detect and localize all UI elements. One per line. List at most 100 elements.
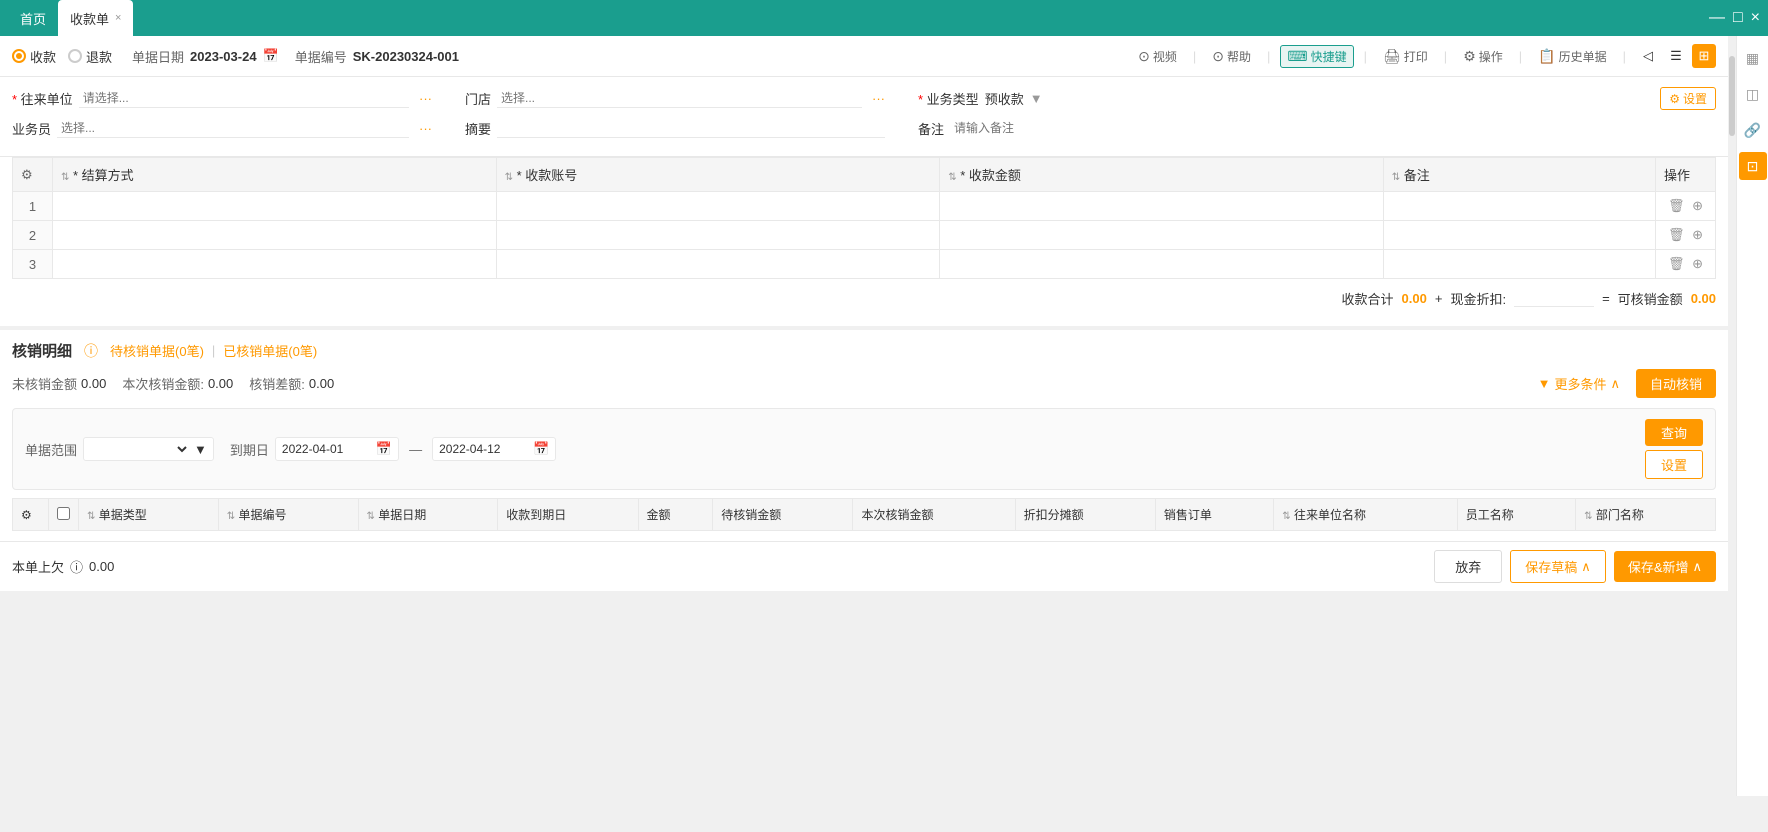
- row-1-actions: 🗑 ⊕: [1656, 192, 1716, 221]
- row-3-remark[interactable]: [1383, 250, 1655, 279]
- reconcile-info-icon[interactable]: ⓘ: [84, 341, 98, 361]
- range-select-wrapper[interactable]: ▼: [83, 437, 214, 461]
- help-btn[interactable]: ⊙ 帮助: [1206, 46, 1257, 67]
- staff-more-icon[interactable]: ···: [419, 121, 432, 136]
- table2-settings-header[interactable]: ⚙: [13, 499, 49, 531]
- table2-gear-icon[interactable]: ⚙: [21, 508, 32, 522]
- tab-close-icon[interactable]: ×: [115, 12, 121, 24]
- sales-order-col-label: 销售订单: [1164, 508, 1212, 522]
- counterparty-field: 往来单位 ···: [12, 89, 432, 108]
- print-btn[interactable]: 🖨 打印: [1377, 46, 1434, 67]
- receivable-value: 0.00: [1691, 291, 1716, 306]
- scrollbar-thumb[interactable]: [1729, 56, 1735, 136]
- due-date-start-input[interactable]: [282, 442, 372, 456]
- row-2-remark[interactable]: [1383, 221, 1655, 250]
- counterparty-input[interactable]: [79, 89, 409, 108]
- range-select[interactable]: [90, 441, 190, 457]
- row-2-copy-icon[interactable]: ⊕: [1692, 227, 1703, 242]
- row-2-amount[interactable]: [940, 221, 1384, 250]
- save-draft-label: 保存草稿: [1525, 557, 1577, 576]
- table-settings-header[interactable]: ⚙: [13, 158, 53, 192]
- table2-discount-header: 折扣分摊额: [1015, 499, 1155, 531]
- close-button[interactable]: ×: [1751, 9, 1760, 27]
- auto-reconcile-button[interactable]: 自动核销: [1636, 369, 1716, 398]
- settings-button[interactable]: ⚙ 设置: [1660, 87, 1716, 110]
- save-draft-button[interactable]: 保存草稿 ∧: [1510, 550, 1606, 583]
- remark-input[interactable]: [950, 119, 1716, 138]
- due-date-start-wrapper[interactable]: 📅: [275, 437, 399, 461]
- plus-sign: +: [1435, 291, 1443, 306]
- due-date-end-wrapper[interactable]: 📅: [432, 437, 556, 461]
- row-3-delete-icon[interactable]: 🗑: [1668, 256, 1685, 271]
- discount-label: 现金折扣:: [1450, 289, 1506, 308]
- row-1-delete-icon[interactable]: 🗑: [1668, 198, 1685, 213]
- row-1-copy-icon[interactable]: ⊕: [1692, 198, 1703, 213]
- radio-receipt[interactable]: 收款: [12, 47, 56, 66]
- radio-refund-label: 退款: [86, 47, 112, 66]
- panel-icon-3[interactable]: 🔗: [1739, 116, 1767, 144]
- tab-receipt[interactable]: 收款单 ×: [58, 0, 133, 36]
- row-2-account[interactable]: [496, 221, 940, 250]
- operations-btn[interactable]: ⚙ 操作: [1457, 46, 1509, 67]
- search-settings-button[interactable]: 设置: [1645, 450, 1703, 479]
- payment-method-label: * 结算方式: [73, 168, 134, 183]
- maximize-button[interactable]: □: [1733, 9, 1743, 27]
- discard-button[interactable]: 放弃: [1434, 550, 1502, 583]
- radio-refund-dot: [68, 49, 82, 63]
- row-3-payment[interactable]: [53, 250, 497, 279]
- view-table-icon[interactable]: ⊞: [1692, 44, 1716, 68]
- query-button[interactable]: 查询: [1645, 419, 1703, 446]
- summary-row: 收款合计 0.00 + 现金折扣: = 可核销金额 0.00: [0, 279, 1728, 318]
- row-1-account[interactable]: [496, 192, 940, 221]
- radio-refund[interactable]: 退款: [68, 47, 112, 66]
- store-more-icon[interactable]: ···: [872, 91, 885, 106]
- counterparty-more-icon[interactable]: ···: [419, 91, 432, 106]
- view-toggle: ◁ ☰ ⊞: [1636, 44, 1716, 68]
- save-new-arrow[interactable]: ∧: [1692, 559, 1702, 575]
- due-date-end-input[interactable]: [439, 442, 529, 456]
- panel-icon-1[interactable]: ▦: [1739, 44, 1767, 72]
- view-grid-icon[interactable]: ☰: [1664, 44, 1688, 68]
- row-1-payment[interactable]: [53, 192, 497, 221]
- calendar-icon[interactable]: 📅: [263, 48, 279, 64]
- row-3-copy-icon[interactable]: ⊕: [1692, 256, 1703, 271]
- discount-input[interactable]: [1514, 291, 1594, 307]
- minimize-button[interactable]: —: [1709, 9, 1725, 27]
- diff-label: 核销差额:: [249, 374, 305, 393]
- save-draft-arrow[interactable]: ∧: [1581, 559, 1591, 575]
- unreconciled-label: 未核销金额: [12, 374, 77, 393]
- view-list-icon[interactable]: ◁: [1636, 44, 1660, 68]
- panel-icon-2[interactable]: ◫: [1739, 80, 1767, 108]
- row-1-remark[interactable]: [1383, 192, 1655, 221]
- doc-number-label: 单据编号: [239, 508, 287, 522]
- row-2-delete-icon[interactable]: 🗑: [1668, 227, 1685, 242]
- select-all-checkbox[interactable]: [57, 507, 70, 520]
- summary-input[interactable]: [497, 119, 885, 138]
- video-label: 视频: [1153, 48, 1177, 65]
- table-gear-icon[interactable]: ⚙: [21, 167, 33, 182]
- save-new-label: 保存&新增: [1628, 557, 1689, 576]
- due-date-end-calendar-icon[interactable]: 📅: [533, 441, 549, 457]
- business-type-arrow[interactable]: ▼: [1030, 91, 1043, 106]
- tab-pending[interactable]: 待核销单据(0笔): [110, 341, 204, 360]
- staff-label: 业务员: [12, 119, 51, 138]
- counterparty-col-label: 往来单位名称: [1294, 508, 1366, 522]
- more-conditions-btn[interactable]: ▼ 更多条件 ∧: [1538, 374, 1620, 393]
- due-date-start-calendar-icon[interactable]: 📅: [376, 441, 392, 457]
- panel-icon-4[interactable]: ⊡: [1739, 152, 1767, 180]
- tab-done[interactable]: 已核销单据(0笔): [223, 341, 317, 360]
- tab-home[interactable]: 首页: [8, 0, 58, 36]
- save-new-button[interactable]: 保存&新增 ∧: [1614, 551, 1716, 582]
- staff-input[interactable]: [57, 119, 409, 138]
- row-3-amount[interactable]: [940, 250, 1384, 279]
- store-input[interactable]: [497, 89, 862, 108]
- scrollbar[interactable]: [1728, 36, 1736, 796]
- shortcut-btn[interactable]: ⌨ 快捷键: [1280, 45, 1353, 68]
- video-btn[interactable]: ⊙ 视频: [1132, 46, 1183, 67]
- history-btn[interactable]: 📋 历史单据: [1532, 46, 1612, 67]
- row-3-account[interactable]: [496, 250, 940, 279]
- form-row-2: 业务员 ··· 摘要 备注: [12, 118, 1716, 138]
- row-2-payment[interactable]: [53, 221, 497, 250]
- business-type-select[interactable]: 预收款 ▼: [985, 89, 1043, 108]
- row-1-amount[interactable]: [940, 192, 1384, 221]
